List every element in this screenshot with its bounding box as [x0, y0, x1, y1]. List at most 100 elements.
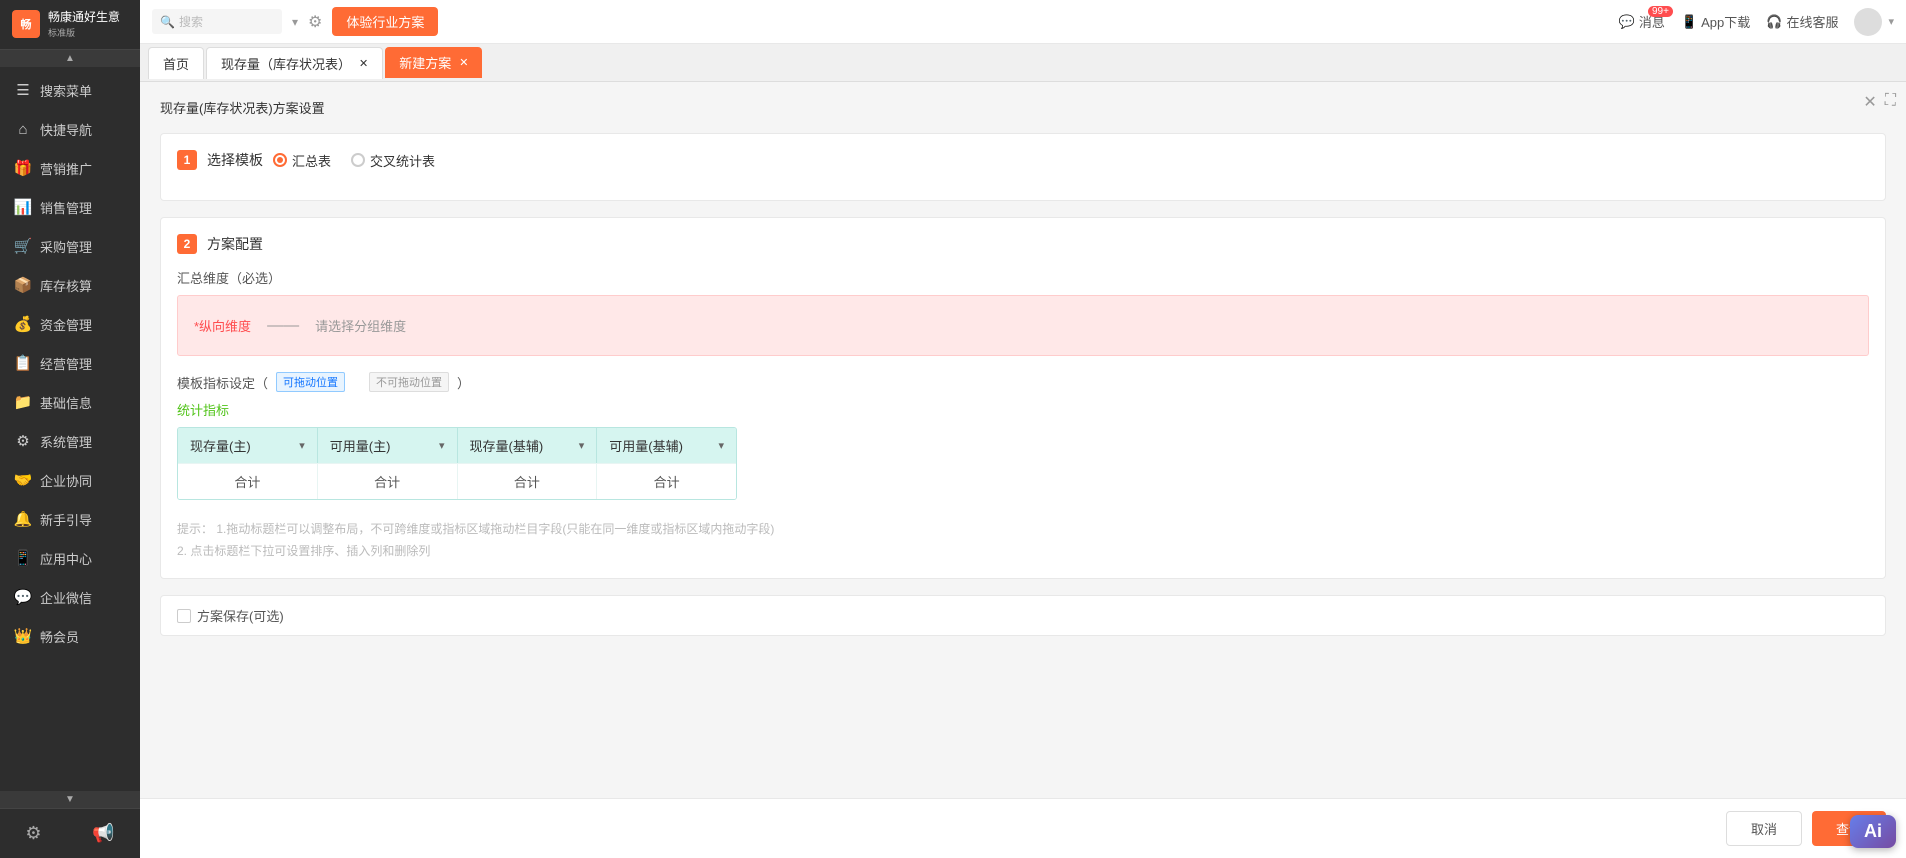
bell-icon: 🔔 — [14, 510, 32, 528]
sidebar-item-finance[interactable]: 💰 资金管理 — [0, 305, 140, 344]
template-radio-group: 汇总表 交叉统计表 — [273, 151, 435, 170]
speaker-icon[interactable]: 📢 — [86, 817, 120, 850]
stat-col-1[interactable]: 可用量(主) ▾ — [318, 428, 458, 463]
tab-new-scheme[interactable]: 新建方案 ✕ — [385, 47, 482, 78]
sidebar-item-cooperation[interactable]: 🤝 企业协同 — [0, 461, 140, 500]
scroll-down-btn[interactable]: ▼ — [0, 791, 140, 808]
stat-cell-1: 合计 — [318, 464, 458, 499]
sidebar-item-label: 基础信息 — [40, 393, 92, 412]
settings-icon[interactable]: ⚙ — [19, 817, 47, 850]
clipboard-icon: 📋 — [14, 354, 32, 372]
step2-number: 2 — [177, 234, 197, 254]
sidebar-item-sales[interactable]: 📊 销售管理 — [0, 188, 140, 227]
expand-icon[interactable]: ⛶ — [1885, 92, 1896, 112]
app-download-btn[interactable]: 📱 App下载 — [1681, 12, 1750, 31]
step1-header: 1 选择模板 汇总表 交叉统计表 — [177, 150, 1869, 170]
tip-1: 提示： 1.拖动标题栏可以调整布局，不可跨维度或指标区域拖动栏目字段(只能在同一… — [177, 519, 1869, 541]
search-placeholder: 搜索 — [179, 13, 203, 30]
dimension-row-label: *纵向维度 — [194, 316, 251, 335]
home-icon: ⌂ — [14, 120, 32, 138]
stat-cell-2: 合计 — [458, 464, 598, 499]
sidebar-item-purchase[interactable]: 🛒 采购管理 — [0, 227, 140, 266]
stat-table-row: 合计 合计 合计 合计 — [178, 463, 736, 499]
sidebar-item-label: 营销推广 — [40, 159, 92, 178]
save-checkbox[interactable]: 方案保存(可选) — [177, 606, 1869, 625]
content-actions: ✕ ⛶ — [1863, 92, 1896, 112]
ai-badge[interactable]: Ai — [1850, 815, 1896, 848]
user-avatar[interactable]: ▾ — [1854, 8, 1894, 36]
online-support-btn[interactable]: 🎧 在线客服 — [1766, 12, 1838, 31]
sidebar-item-quick-nav[interactable]: ⌂ 快捷导航 — [0, 110, 140, 149]
stat-col-2-label: 现存量(基辅) — [470, 436, 544, 455]
sidebar-nav: ☰ 搜索菜单 ⌂ 快捷导航 🎁 营销推广 📊 销售管理 🛒 采购管理 📦 库存核… — [0, 67, 140, 791]
tab-inventory-close-icon[interactable]: ✕ — [359, 57, 368, 70]
money-icon: 💰 — [14, 315, 32, 333]
handshake-icon: 🤝 — [14, 471, 32, 489]
industry-btn[interactable]: 体验行业方案 — [332, 7, 438, 36]
sidebar-item-label: 搜索菜单 — [40, 81, 92, 100]
sidebar-item-label: 企业微信 — [40, 588, 92, 607]
sidebar-item-basic-info[interactable]: 📁 基础信息 — [0, 383, 140, 422]
stat-col-0-arrow[interactable]: ▾ — [299, 439, 305, 452]
tabbar: 首页 现存量（库存状况表） ✕ 新建方案 ✕ — [140, 44, 1906, 82]
topbar-right: 💬 消息 99+ 📱 App下载 🎧 在线客服 ▾ — [1619, 8, 1894, 36]
close-panel-icon[interactable]: ✕ — [1863, 92, 1876, 112]
app-name: 畅康通好生意 — [48, 10, 120, 26]
radio-summary[interactable]: 汇总表 — [273, 151, 331, 170]
indicator-label-row: 模板指标设定（ 可拖动位置 不可拖动位置 ） — [177, 372, 1869, 392]
stat-col-3-arrow[interactable]: ▾ — [718, 439, 724, 452]
dropdown-icon[interactable]: ▾ — [292, 15, 298, 29]
sidebar-item-label: 资金管理 — [40, 315, 92, 334]
radio-cross-label: 交叉统计表 — [370, 151, 435, 170]
step1-title: 选择模板 — [207, 150, 263, 170]
app-logo: 畅 畅康通好生意 标准版 — [0, 0, 140, 50]
scroll-up-btn[interactable]: ▲ — [0, 50, 140, 67]
stat-col-3[interactable]: 可用量(基辅) ▾ — [597, 428, 736, 463]
sidebar-item-operations[interactable]: 📋 经营管理 — [0, 344, 140, 383]
stat-col-2[interactable]: 现存量(基辅) ▾ — [458, 428, 598, 463]
tab-inventory-status[interactable]: 现存量（库存状况表） ✕ — [206, 47, 383, 79]
stat-col-1-label: 可用量(主) — [330, 436, 391, 455]
dimension-placeholder[interactable]: 请选择分组维度 — [315, 316, 406, 335]
message-btn[interactable]: 💬 消息 99+ — [1619, 12, 1665, 31]
message-badge: 99+ — [1648, 6, 1673, 17]
checkbox-box[interactable] — [177, 609, 191, 623]
chevron-down-icon: ▾ — [1888, 15, 1894, 28]
cancel-button[interactable]: 取消 — [1726, 811, 1802, 846]
tab-home-label: 首页 — [163, 54, 189, 73]
app-download-label: App下载 — [1701, 12, 1750, 31]
tab-new-scheme-close-icon[interactable]: ✕ — [459, 56, 468, 69]
sidebar-item-search-menu[interactable]: ☰ 搜索菜单 — [0, 71, 140, 110]
search-box[interactable]: 🔍 搜索 — [152, 9, 282, 34]
indicator-label-text: 模板指标设定（ — [177, 373, 268, 392]
sidebar: 畅 畅康通好生意 标准版 ▲ ☰ 搜索菜单 ⌂ 快捷导航 🎁 营销推广 📊 销售… — [0, 0, 140, 858]
sidebar-item-membership[interactable]: 👑 畅会员 — [0, 617, 140, 656]
sidebar-item-inventory[interactable]: 📦 库存核算 — [0, 266, 140, 305]
sidebar-item-enterprise-wx[interactable]: 💬 企业微信 — [0, 578, 140, 617]
headset-icon: 🎧 — [1766, 14, 1782, 30]
stat-col-0[interactable]: 现存量(主) ▾ — [178, 428, 318, 463]
stat-col-0-label: 现存量(主) — [190, 436, 251, 455]
sidebar-item-label: 快捷导航 — [40, 120, 92, 139]
badge-nodrag: 不可拖动位置 — [369, 372, 449, 392]
sidebar-item-new-guide[interactable]: 🔔 新手引导 — [0, 500, 140, 539]
radio-summary-dot — [273, 153, 287, 167]
stat-col-1-arrow[interactable]: ▾ — [439, 439, 445, 452]
sidebar-item-label: 销售管理 — [40, 198, 92, 217]
topbar-settings-icon[interactable]: ⚙ — [308, 12, 322, 32]
message-icon: 💬 — [1619, 14, 1635, 30]
sidebar-item-marketing[interactable]: 🎁 营销推广 — [0, 149, 140, 188]
phone-icon: 📱 — [14, 549, 32, 567]
sidebar-item-label: 新手引导 — [40, 510, 92, 529]
tab-home[interactable]: 首页 — [148, 47, 204, 79]
page-title: 现存量(库存状况表)方案设置 — [160, 98, 1886, 117]
badge-draggable: 可拖动位置 — [276, 372, 345, 392]
logo-icon: 畅 — [12, 10, 40, 38]
sidebar-item-system[interactable]: ⚙ 系统管理 — [0, 422, 140, 461]
sidebar-item-app-center[interactable]: 📱 应用中心 — [0, 539, 140, 578]
stat-col-2-arrow[interactable]: ▾ — [579, 439, 585, 452]
gift-icon: 🎁 — [14, 159, 32, 177]
radio-cross[interactable]: 交叉统计表 — [351, 151, 435, 170]
crown-icon: 👑 — [14, 627, 32, 645]
online-support-label: 在线客服 — [1786, 12, 1838, 31]
